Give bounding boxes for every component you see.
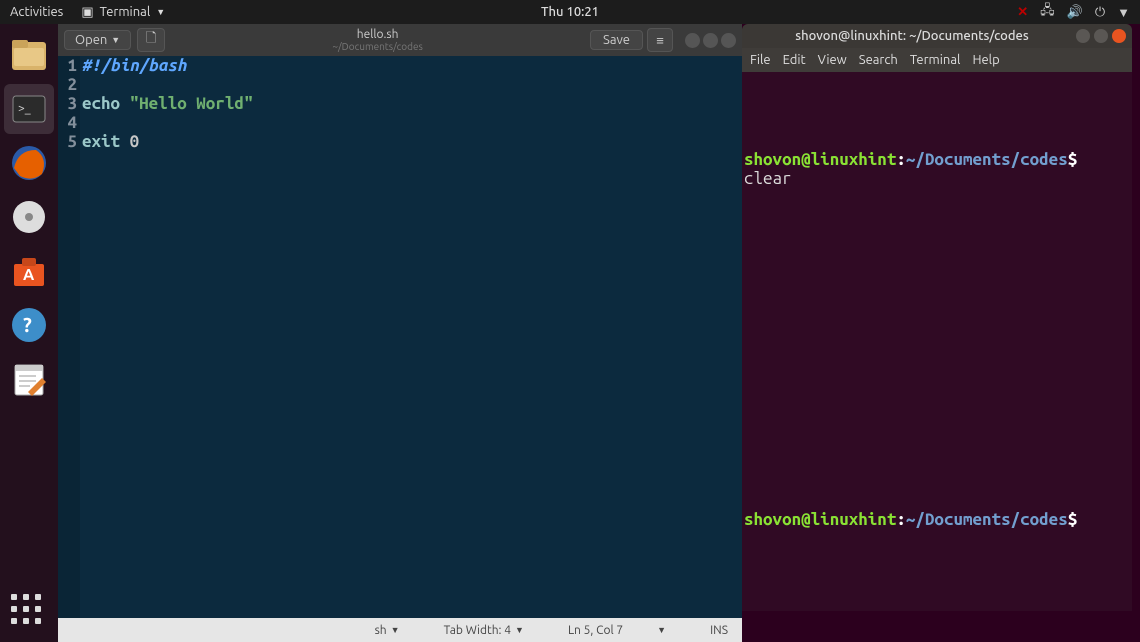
menu-edit[interactable]: Edit [783,53,806,67]
gedit-filename: hello.sh [165,28,590,41]
status-language[interactable]: sh▼ [375,624,400,637]
menu-search[interactable]: Search [859,53,898,67]
dock-item-files[interactable] [4,30,54,80]
dock-item-terminal[interactable]: >_ [4,84,54,134]
terminal-menubar: File Edit View Search Terminal Help [742,48,1132,72]
save-button[interactable]: Save [590,30,643,50]
terminal-body[interactable]: shovon@linuxhint:~/Documents/codes$ clea… [742,72,1132,611]
svg-text:?: ? [23,313,32,336]
gedit-editor[interactable]: 12345 #!/bin/bash echo "Hello World" exi… [58,56,742,618]
show-applications-button[interactable] [11,594,47,630]
gedit-window-controls [685,33,736,48]
status-insert-mode[interactable]: INS [710,624,728,637]
gedit-window: Open ▼ 🗋 hello.sh ~/Documents/codes Save… [58,24,742,642]
top-panel: Activities ▣ Terminal ▼ Thu 10:21 ✕ 🖧 🔊 … [0,0,1140,24]
menu-terminal[interactable]: Terminal [910,53,961,67]
close-button[interactable] [1112,29,1126,43]
software-icon: A [8,250,50,292]
close-indicator-icon: ✕ [1017,5,1028,20]
power-icon: ⏻ [1095,5,1105,20]
chevron-down-icon: ▼ [657,625,666,635]
menu-help[interactable]: Help [972,53,999,67]
dock-item-disks[interactable] [4,192,54,242]
code-echo-cmd: echo [82,94,120,113]
code-area[interactable]: #!/bin/bash echo "Hello World" exit 0 [80,56,742,618]
app-menu[interactable]: ▣ Terminal ▼ [81,5,165,20]
code-echo-str: "Hello World" [120,94,253,113]
open-button[interactable]: Open ▼ [64,30,131,50]
app-menu-label: Terminal [100,5,151,19]
disk-icon [8,196,50,238]
gedit-title: hello.sh ~/Documents/codes [165,28,590,52]
terminal-command: clear [744,169,792,188]
terminal-icon: >_ [8,88,50,130]
maximize-button[interactable] [703,33,718,48]
minimize-button[interactable] [1076,29,1090,43]
chevron-down-icon: ▼ [111,35,120,45]
terminal-title-text: shovon@linuxhint: ~/Documents/codes [748,29,1076,43]
line-number-gutter: 12345 [58,56,80,618]
clock[interactable]: Thu 10:21 [541,5,599,19]
minimize-button[interactable] [685,33,700,48]
chevron-down-icon: ▼ [1117,5,1130,20]
code-exit-num: 0 [120,132,139,151]
dock-item-gedit[interactable] [4,354,54,404]
dock-item-help[interactable]: ? [4,300,54,350]
firefox-icon [8,142,50,184]
new-doc-icon: 🗋 [146,29,156,51]
gedit-statusbar: sh▼ Tab Width: 4▼ Ln 5, Col 7▼ INS [58,618,742,642]
hamburger-icon: ≡ [656,33,664,48]
new-document-button[interactable]: 🗋 [137,28,165,52]
close-button[interactable] [721,33,736,48]
dock-item-software[interactable]: A [4,246,54,296]
maximize-button[interactable] [1094,29,1108,43]
gedit-headerbar: Open ▼ 🗋 hello.sh ~/Documents/codes Save… [58,24,742,56]
dock-item-firefox[interactable] [4,138,54,188]
code-exit-cmd: exit [82,132,120,151]
svg-text:>_: >_ [18,102,31,115]
text-editor-icon [8,358,50,400]
files-icon [8,34,50,76]
menu-file[interactable]: File [750,53,771,67]
terminal-titlebar: shovon@linuxhint: ~/Documents/codes [742,24,1132,48]
help-icon: ? [8,304,50,346]
status-area[interactable]: ✕ 🖧 🔊 ⏻ ▼ [1017,1,1130,23]
status-cursor[interactable]: Ln 5, Col 7▼ [568,624,666,637]
network-icon: 🖧 [1040,1,1055,23]
terminal-window: shovon@linuxhint: ~/Documents/codes File… [742,24,1132,611]
chevron-down-icon: ▼ [391,625,400,635]
chevron-down-icon: ▼ [515,625,524,635]
dock: >_ A ? [0,24,58,642]
svg-text:A: A [23,266,35,284]
status-tabwidth[interactable]: Tab Width: 4▼ [444,624,524,637]
terminal-line: shovon@linuxhint:~/Documents/codes$ clea… [744,150,1130,188]
menu-view[interactable]: View [818,53,847,67]
terminal-icon: ▣ [81,5,93,20]
activities-button[interactable]: Activities [10,5,63,19]
volume-icon: 🔊 [1067,5,1083,20]
chevron-down-icon: ▼ [156,7,165,17]
open-button-label: Open [75,33,107,47]
terminal-line: shovon@linuxhint:~/Documents/codes$ [744,510,1130,529]
gedit-filepath: ~/Documents/codes [165,41,590,52]
terminal-window-controls [1076,29,1126,43]
code-shebang: #!/bin/bash [82,56,187,75]
hamburger-menu-button[interactable]: ≡ [647,28,673,52]
